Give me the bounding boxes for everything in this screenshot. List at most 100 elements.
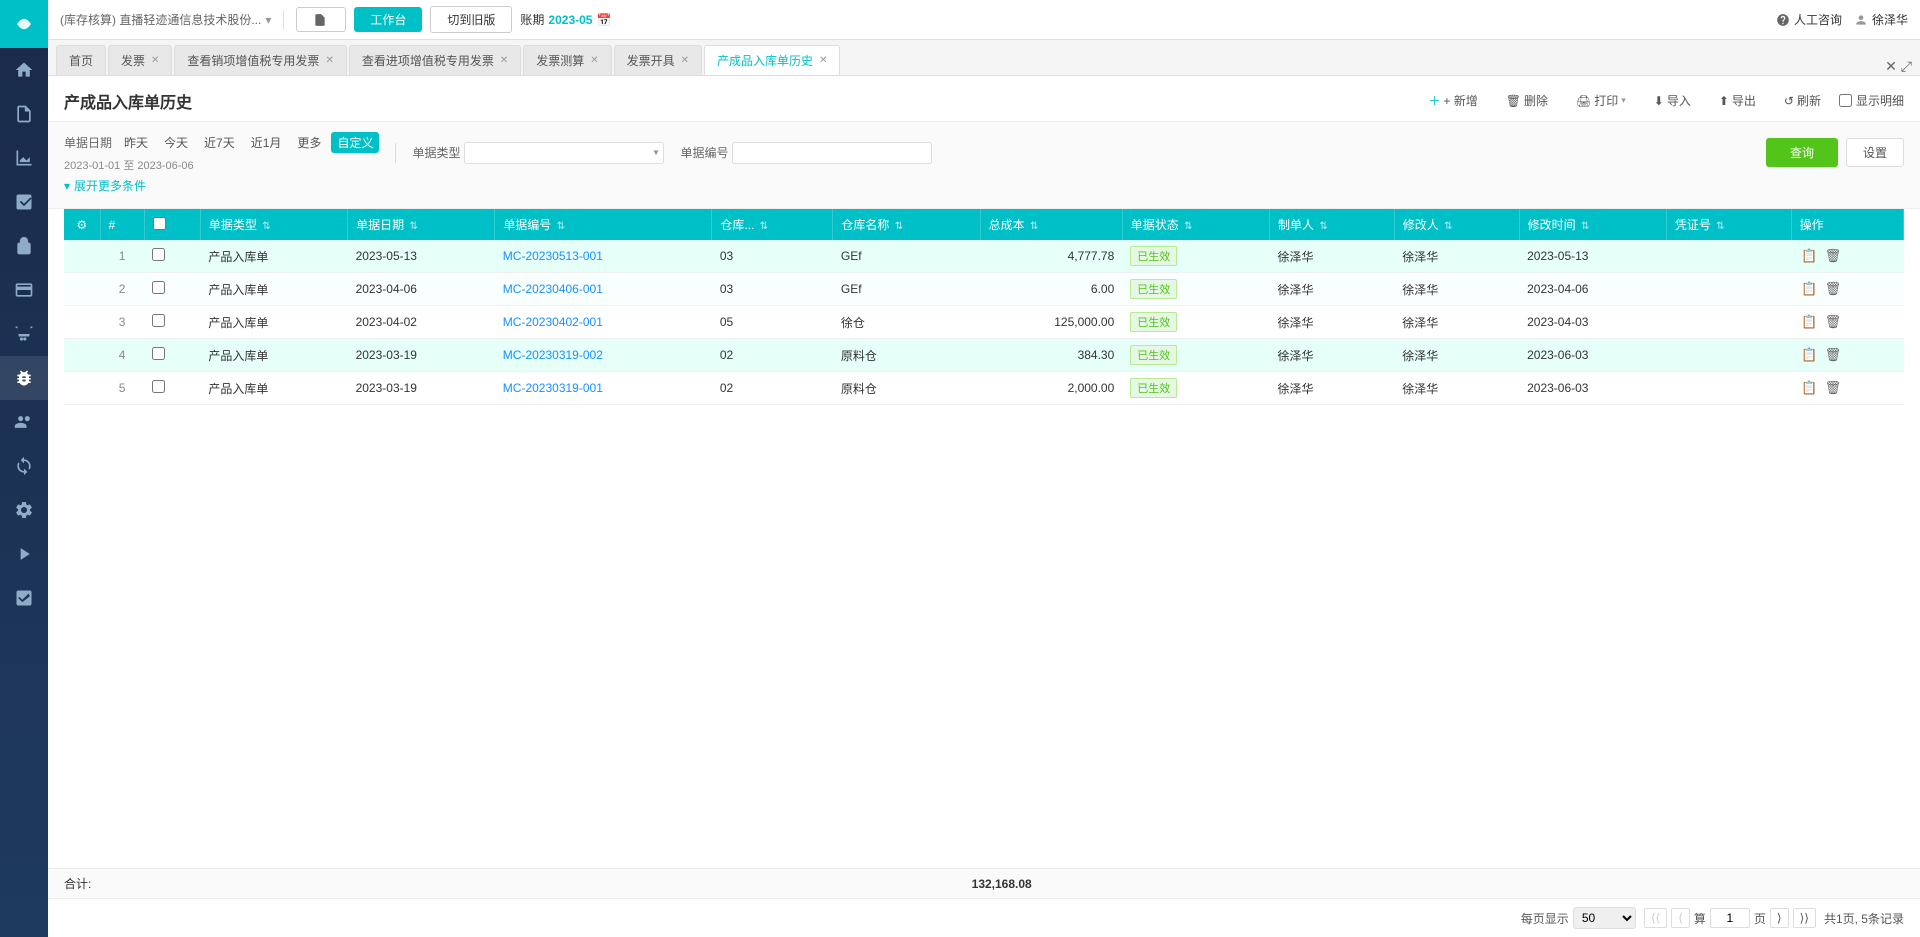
col-type[interactable]: 单据类型 ⇅ (200, 209, 347, 240)
col-modifier[interactable]: 修改人 ⇅ (1394, 209, 1519, 240)
type-select[interactable]: 产品入库单 (464, 142, 664, 164)
delete-btn[interactable]: 🗑 删除 (1496, 88, 1558, 113)
prev-page-btn[interactable]: ⟨ (1671, 908, 1690, 928)
row-cb-0[interactable] (152, 248, 165, 261)
row-number-3[interactable]: MC-20230319-002 (495, 339, 712, 372)
row-number-link-2[interactable]: MC-20230402-001 (503, 315, 603, 329)
sidebar-item-settings[interactable] (0, 488, 48, 532)
period-calendar-icon[interactable]: 📅 (596, 13, 611, 27)
row-checkbox-1[interactable] (144, 273, 200, 306)
row-number-2[interactable]: MC-20230402-001 (495, 306, 712, 339)
shortcut-custom[interactable]: 自定义 (331, 132, 379, 153)
show-detail-checkbox[interactable] (1839, 94, 1852, 107)
col-modify-time[interactable]: 修改时间 ⇅ (1519, 209, 1666, 240)
tab-check-input[interactable]: 查看进项增值税专用发票 ✕ (349, 45, 521, 75)
sidebar-item-v[interactable] (0, 576, 48, 620)
settings-filter-btn[interactable]: 设置 (1846, 138, 1904, 167)
col-total-cost[interactable]: 总成本 ⇅ (980, 209, 1122, 240)
sidebar-item-warehouse[interactable] (0, 356, 48, 400)
sidebar-item-home[interactable] (0, 48, 48, 92)
settings-col-header[interactable]: ⚙ (64, 209, 100, 240)
row-cb-3[interactable] (152, 347, 165, 360)
col-checkbox[interactable] (144, 209, 200, 240)
row-edit-btn-2[interactable]: 📋 (1799, 314, 1819, 330)
sidebar-item-chart[interactable] (0, 136, 48, 180)
app-logo[interactable] (0, 0, 48, 48)
tab-invoice[interactable]: 发票 ✕ (108, 45, 172, 75)
export-btn[interactable]: ⬆ 导出 (1709, 88, 1766, 113)
sidebar-item-invoice[interactable] (0, 268, 48, 312)
per-page-select[interactable]: 10 20 50 100 (1573, 907, 1636, 929)
tab-home[interactable]: 首页 (56, 45, 106, 75)
tab-invoice-calc[interactable]: 发票测算 ✕ (523, 45, 611, 75)
row-edit-btn-0[interactable]: 📋 (1799, 248, 1819, 264)
table-settings-icon[interactable]: ⚙ (64, 218, 100, 232)
col-warehouse-code[interactable]: 仓库... ⇅ (712, 209, 833, 240)
switch-version-btn[interactable]: 切到旧版 (430, 6, 512, 33)
row-edit-btn-4[interactable]: 📋 (1799, 380, 1819, 396)
tab-invoice-open-close[interactable]: ✕ (681, 55, 689, 66)
select-all-checkbox[interactable] (153, 217, 166, 230)
next-page-btn[interactable]: ⟩ (1770, 908, 1789, 928)
shortcut-yesterday[interactable]: 昨天 (118, 132, 154, 153)
row-number-link-1[interactable]: MC-20230406-001 (503, 282, 603, 296)
row-number-0[interactable]: MC-20230513-001 (495, 240, 712, 273)
tab-check-output[interactable]: 查看销项增值税专用发票 ✕ (174, 45, 346, 75)
maximize-btn[interactable]: ⤢ (1901, 58, 1912, 75)
col-date[interactable]: 单据日期 ⇅ (348, 209, 495, 240)
print-btn[interactable]: 🖨 打印 ▾ (1566, 88, 1636, 113)
number-input[interactable] (732, 142, 932, 164)
query-btn[interactable]: 查询 (1766, 138, 1838, 167)
sidebar-item-users[interactable] (0, 400, 48, 444)
help-btn[interactable]: 人工咨询 (1776, 11, 1842, 28)
import-btn[interactable]: ⬇ 导入 (1644, 88, 1701, 113)
tab-invoice-open[interactable]: 发票开具 ✕ (614, 45, 702, 75)
company-dropdown-icon[interactable]: ▾ (265, 13, 271, 27)
row-checkbox-2[interactable] (144, 306, 200, 339)
row-checkbox-0[interactable] (144, 240, 200, 273)
tab-check-input-close[interactable]: ✕ (500, 55, 508, 66)
col-number[interactable]: 单据编号 ⇅ (495, 209, 712, 240)
row-cb-1[interactable] (152, 281, 165, 294)
refresh-btn[interactable]: ↺ 刷新 (1774, 88, 1831, 113)
tab-check-output-close[interactable]: ✕ (325, 55, 333, 66)
sidebar-item-lock[interactable] (0, 224, 48, 268)
row-number-link-4[interactable]: MC-20230319-001 (503, 381, 603, 395)
row-edit-btn-3[interactable]: 📋 (1799, 347, 1819, 363)
row-cb-4[interactable] (152, 380, 165, 393)
workbench-btn[interactable]: 工作台 (354, 7, 422, 32)
row-delete-btn-0[interactable]: 🗑 (1823, 248, 1844, 264)
show-detail-toggle[interactable]: 显示明细 (1839, 92, 1904, 109)
document-btn[interactable] (296, 7, 346, 32)
col-status[interactable]: 单据状态 ⇅ (1122, 209, 1269, 240)
col-warehouse-name[interactable]: 仓库名称 ⇅ (833, 209, 980, 240)
close-all-tabs-btn[interactable]: ✕ (1885, 58, 1897, 75)
sidebar-item-analytics[interactable] (0, 180, 48, 224)
new-btn[interactable]: ＋ + 新增 (1418, 88, 1487, 113)
row-checkbox-4[interactable] (144, 372, 200, 405)
shortcut-more[interactable]: 更多 (291, 132, 327, 153)
shortcut-today[interactable]: 今天 (158, 132, 194, 153)
last-page-btn[interactable]: ⟩⟩ (1793, 908, 1816, 928)
row-delete-btn-4[interactable]: 🗑 (1823, 380, 1844, 396)
shortcut-1month[interactable]: 近1月 (245, 132, 288, 153)
tab-product-history-close[interactable]: ✕ (819, 55, 827, 66)
sidebar-item-refresh[interactable] (0, 444, 48, 488)
row-delete-btn-2[interactable]: 🗑 (1823, 314, 1844, 330)
company-name[interactable]: (库存核算) 直播轻迹通信息技术股份... ▾ (60, 11, 271, 28)
sidebar-item-play[interactable] (0, 532, 48, 576)
user-menu[interactable]: 徐泽华 (1854, 11, 1908, 28)
row-checkbox-3[interactable] (144, 339, 200, 372)
col-voucher[interactable]: 凭证号 ⇅ (1666, 209, 1791, 240)
row-number-4[interactable]: MC-20230319-001 (495, 372, 712, 405)
col-creator[interactable]: 制单人 ⇅ (1270, 209, 1395, 240)
row-number-1[interactable]: MC-20230406-001 (495, 273, 712, 306)
row-edit-btn-1[interactable]: 📋 (1799, 281, 1819, 297)
row-number-link-0[interactable]: MC-20230513-001 (503, 249, 603, 263)
sidebar-item-documents[interactable] (0, 92, 48, 136)
page-number-input[interactable] (1710, 908, 1750, 928)
expand-more-btn[interactable]: ▾ 展开更多条件 (64, 173, 1904, 198)
first-page-btn[interactable]: ⟨⟨ (1644, 908, 1667, 928)
row-delete-btn-1[interactable]: 🗑 (1823, 281, 1844, 297)
shortcut-7days[interactable]: 近7天 (198, 132, 241, 153)
